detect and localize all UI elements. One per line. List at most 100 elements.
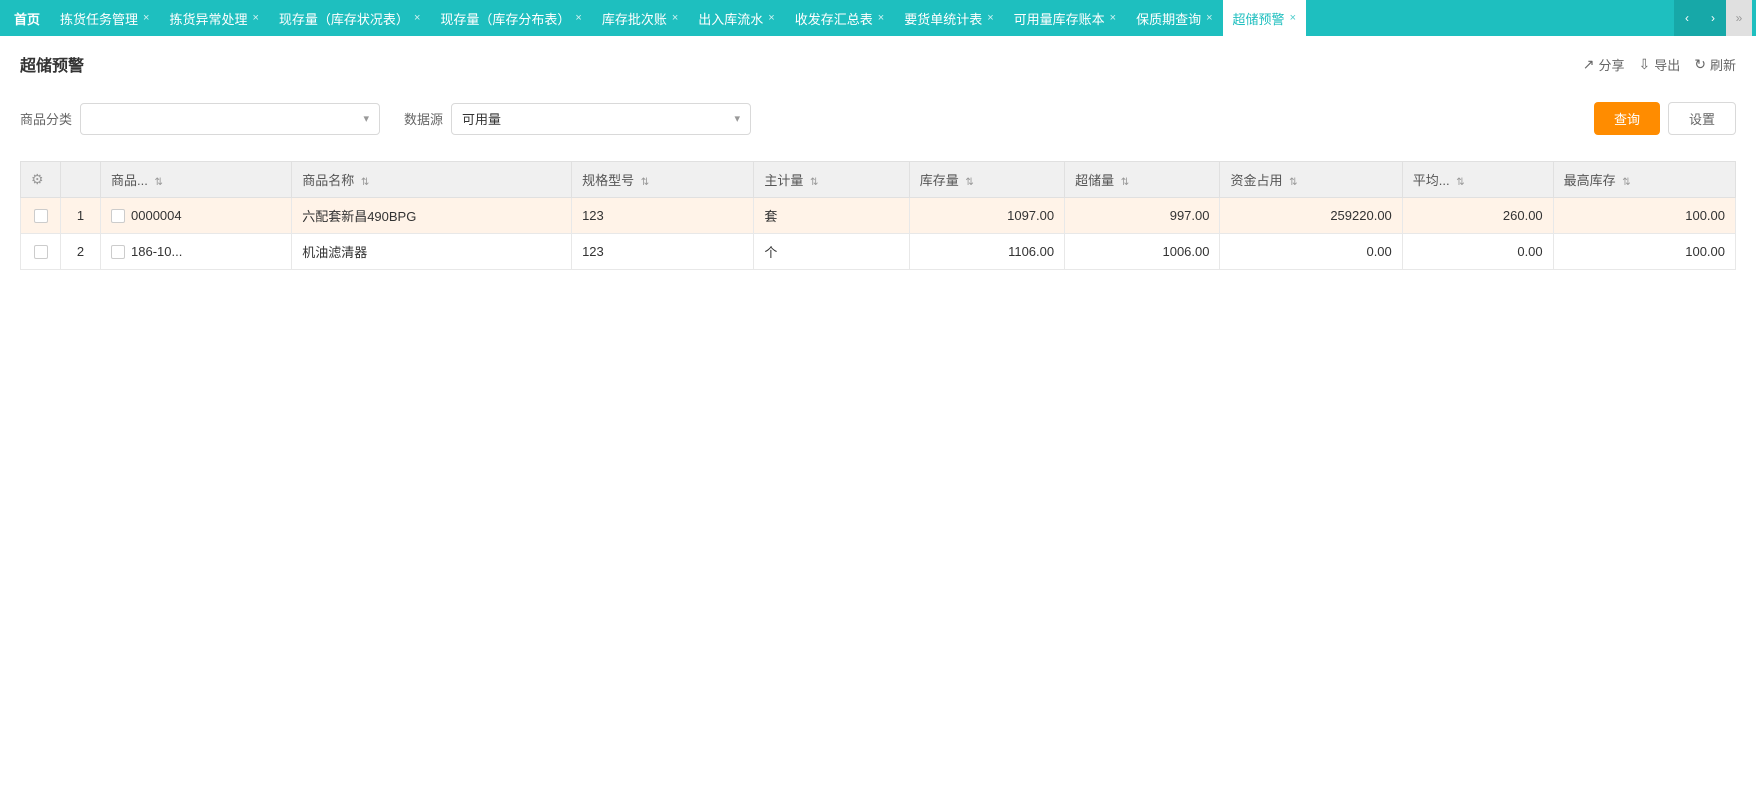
nav-item-9[interactable]: 保质期查询 × bbox=[1126, 0, 1222, 36]
th-overstock[interactable]: 超储量 ⇅ bbox=[1065, 162, 1220, 198]
nav-close-5[interactable]: × bbox=[768, 12, 774, 24]
nav-item-6[interactable]: 收发存汇总表 × bbox=[785, 0, 894, 36]
nav-arrow-right[interactable]: › bbox=[1700, 0, 1726, 36]
th-product-code[interactable]: 商品... ⇅ bbox=[101, 162, 292, 198]
nav-item-label-1: 拣货异常处理 bbox=[169, 9, 247, 28]
sort-icon-capital: ⇅ bbox=[1289, 177, 1297, 188]
nav-close-8[interactable]: × bbox=[1110, 12, 1116, 24]
nav-item-label-3: 现存量（库存分布表） bbox=[440, 9, 570, 28]
nav-arrow-more[interactable]: » bbox=[1726, 0, 1752, 36]
refresh-icon: ↻ bbox=[1694, 56, 1706, 73]
th-stock[interactable]: 库存量 ⇅ bbox=[909, 162, 1064, 198]
nav-close-9[interactable]: × bbox=[1206, 12, 1212, 24]
nav-close-4[interactable]: × bbox=[672, 12, 678, 24]
nav-close-2[interactable]: × bbox=[414, 12, 420, 24]
table-header-row: ⚙ 商品... ⇅ 商品名称 ⇅ 规格型号 ⇅ 主计量 ⇅ bbox=[21, 162, 1736, 198]
td-max-stock-0: 100.00 bbox=[1553, 198, 1735, 234]
table-row: 2 186-10... 机油滤清器 123 个 1106.00 1006.00 … bbox=[21, 234, 1736, 270]
td-spec-1: 123 bbox=[572, 234, 754, 270]
nav-arrow-left[interactable]: ‹ bbox=[1674, 0, 1700, 36]
header-actions: ↗ 分享 ⇩ 导出 ↻ 刷新 bbox=[1583, 55, 1736, 74]
share-label: 分享 bbox=[1598, 55, 1624, 74]
td-capital-1: 0.00 bbox=[1220, 234, 1402, 270]
nav-item-8[interactable]: 可用量库存账本 × bbox=[1004, 0, 1126, 36]
export-button[interactable]: ⇩ 导出 bbox=[1639, 55, 1681, 74]
nav-close-10[interactable]: × bbox=[1290, 12, 1296, 24]
td-row-index-1: 2 bbox=[61, 234, 101, 270]
nav-home-label: 首页 bbox=[14, 9, 40, 28]
filter-data-source: 数据源 可用量 ▾ bbox=[404, 103, 751, 135]
export-icon: ⇩ bbox=[1639, 56, 1651, 73]
th-product-name[interactable]: 商品名称 ⇅ bbox=[292, 162, 572, 198]
sort-icon-overstock: ⇅ bbox=[1121, 177, 1129, 188]
sort-icon-spec: ⇅ bbox=[641, 177, 649, 188]
td-stock-1: 1106.00 bbox=[909, 234, 1064, 270]
nav-close-3[interactable]: × bbox=[575, 12, 581, 24]
nav-close-0[interactable]: × bbox=[143, 12, 149, 24]
td-row-index-0: 1 bbox=[61, 198, 101, 234]
td-avg-0: 260.00 bbox=[1402, 198, 1553, 234]
nav-item-label-8: 可用量库存账本 bbox=[1014, 9, 1105, 28]
th-index bbox=[61, 162, 101, 198]
th-unit[interactable]: 主计量 ⇅ bbox=[754, 162, 909, 198]
th-capital[interactable]: 资金占用 ⇅ bbox=[1220, 162, 1402, 198]
data-table: ⚙ 商品... ⇅ 商品名称 ⇅ 规格型号 ⇅ 主计量 ⇅ bbox=[20, 161, 1736, 270]
row-checkbox-header-0[interactable] bbox=[34, 209, 48, 223]
nav-item-label-5: 出入库流水 bbox=[698, 9, 763, 28]
td-capital-0: 259220.00 bbox=[1220, 198, 1402, 234]
table-settings-icon[interactable]: ⚙ bbox=[31, 171, 44, 187]
data-source-label: 数据源 bbox=[404, 109, 443, 128]
query-button[interactable]: 查询 bbox=[1594, 102, 1660, 135]
td-max-stock-1: 100.00 bbox=[1553, 234, 1735, 270]
nav-item-label-2: 现存量（库存状况表） bbox=[279, 9, 409, 28]
share-button[interactable]: ↗ 分享 bbox=[1583, 55, 1625, 74]
refresh-label: 刷新 bbox=[1710, 55, 1736, 74]
th-avg[interactable]: 平均... ⇅ bbox=[1402, 162, 1553, 198]
th-spec[interactable]: 规格型号 ⇅ bbox=[572, 162, 754, 198]
page-title: 超储预警 bbox=[20, 52, 84, 76]
nav-item-label-7: 要货单统计表 bbox=[904, 9, 982, 28]
td-unit-1: 个 bbox=[754, 234, 909, 270]
nav-item-5[interactable]: 出入库流水 × bbox=[688, 0, 784, 36]
nav-item-3[interactable]: 现存量（库存分布表） × bbox=[430, 0, 591, 36]
row-checkbox-1[interactable] bbox=[111, 245, 125, 259]
nav-item-0[interactable]: 拣货任务管理 × bbox=[50, 0, 159, 36]
td-row-settings-0 bbox=[21, 198, 61, 234]
td-unit-0: 套 bbox=[754, 198, 909, 234]
td-product-name-1: 机油滤清器 bbox=[292, 234, 572, 270]
td-product-code-1: 186-10... bbox=[101, 234, 292, 270]
td-avg-1: 0.00 bbox=[1402, 234, 1553, 270]
nav-arrows: ‹ › » bbox=[1674, 0, 1752, 36]
nav-item-1[interactable]: 拣货异常处理 × bbox=[159, 0, 268, 36]
nav-close-7[interactable]: × bbox=[987, 12, 993, 24]
nav-home[interactable]: 首页 bbox=[4, 0, 50, 36]
th-max-stock[interactable]: 最高库存 ⇅ bbox=[1553, 162, 1735, 198]
table-row: 1 0000004 六配套新昌490BPG 123 套 1097.00 997.… bbox=[21, 198, 1736, 234]
row-checkbox-0[interactable] bbox=[111, 209, 125, 223]
page-header: 超储预警 ↗ 分享 ⇩ 导出 ↻ 刷新 bbox=[20, 52, 1736, 76]
nav-item-label-0: 拣货任务管理 bbox=[60, 9, 138, 28]
nav-close-1[interactable]: × bbox=[252, 12, 258, 24]
nav-item-label-10: 超储预警 bbox=[1233, 9, 1285, 28]
filter-bar: 商品分类 ▾ 数据源 可用量 ▾ 查询 设置 bbox=[20, 92, 1736, 145]
filter-product-category: 商品分类 ▾ bbox=[20, 103, 380, 135]
nav-item-label-4: 库存批次账 bbox=[602, 9, 667, 28]
data-source-arrow: ▾ bbox=[735, 112, 741, 125]
product-category-select[interactable]: ▾ bbox=[80, 103, 380, 135]
nav-item-label-9: 保质期查询 bbox=[1136, 9, 1201, 28]
nav-item-4[interactable]: 库存批次账 × bbox=[592, 0, 688, 36]
nav-item-7[interactable]: 要货单统计表 × bbox=[894, 0, 1003, 36]
sort-icon-max-stock: ⇅ bbox=[1622, 177, 1630, 188]
nav-item-10[interactable]: 超储预警 × bbox=[1223, 0, 1306, 36]
nav-item-label-6: 收发存汇总表 bbox=[795, 9, 873, 28]
refresh-button[interactable]: ↻ 刷新 bbox=[1694, 55, 1736, 74]
share-icon: ↗ bbox=[1583, 56, 1595, 73]
nav-close-6[interactable]: × bbox=[878, 12, 884, 24]
nav-item-2[interactable]: 现存量（库存状况表） × bbox=[269, 0, 430, 36]
data-source-select[interactable]: 可用量 ▾ bbox=[451, 103, 751, 135]
settings-button[interactable]: 设置 bbox=[1668, 102, 1736, 135]
th-settings: ⚙ bbox=[21, 162, 61, 198]
sort-icon-product-code: ⇅ bbox=[154, 177, 162, 188]
row-checkbox-header-1[interactable] bbox=[34, 245, 48, 259]
product-category-arrow: ▾ bbox=[363, 112, 369, 125]
